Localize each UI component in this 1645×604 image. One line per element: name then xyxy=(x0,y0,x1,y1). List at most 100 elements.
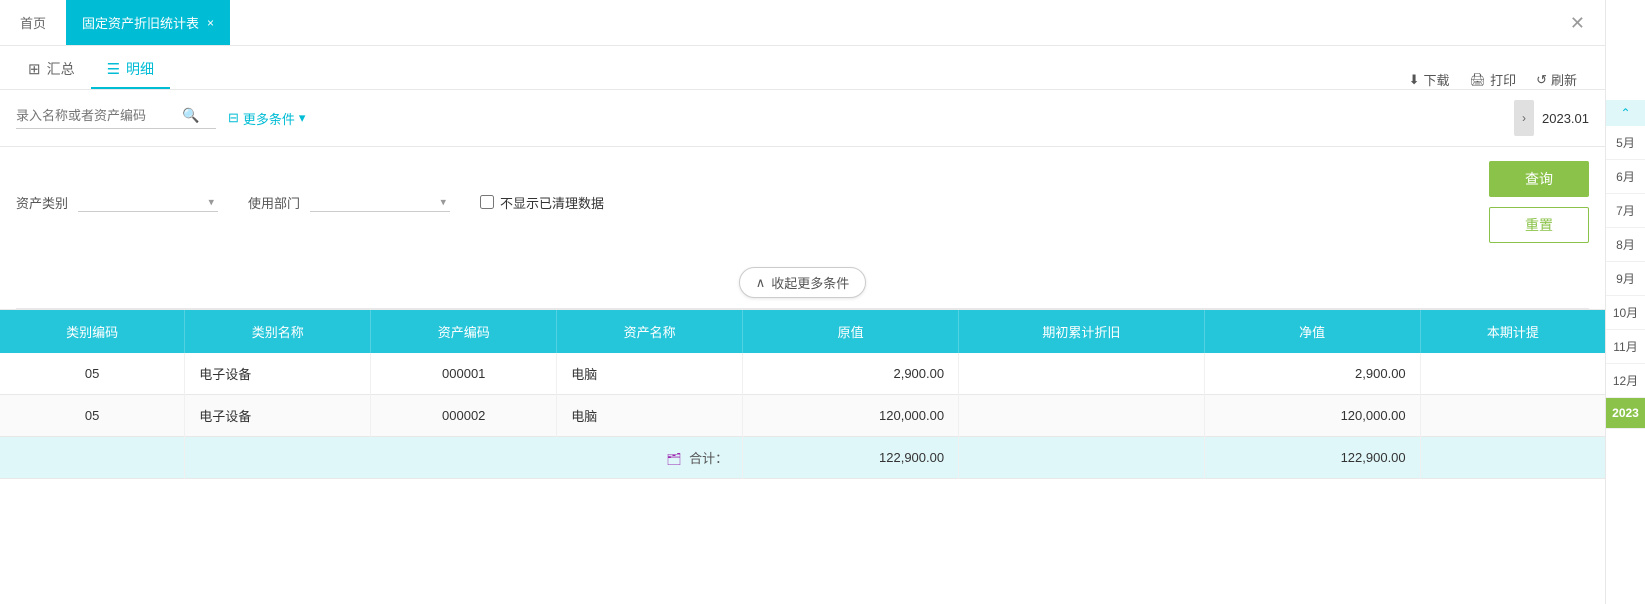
department-select[interactable] xyxy=(310,192,450,212)
hide-cleared-checkbox-item[interactable]: 不显示已清理数据 xyxy=(480,193,604,212)
col-accumulated-depreciation: 期初累计折旧 xyxy=(959,310,1205,353)
cell-net-value: 120,000.00 xyxy=(1204,395,1420,437)
month-item-2023[interactable]: 2023 xyxy=(1606,398,1645,429)
month-item-10[interactable]: 10月 xyxy=(1606,296,1645,330)
reset-button[interactable]: 重置 xyxy=(1489,207,1589,243)
total-label: 合计： xyxy=(689,451,728,466)
total-original-value: 122,900.00 xyxy=(743,437,959,479)
tab-summary[interactable]: ⊞ 汇总 xyxy=(12,51,91,89)
cell-category-name: 电子设备 xyxy=(185,353,371,395)
cell-category-name: 电子设备 xyxy=(185,395,371,437)
table-header-row: 类别编码 类别名称 资产编码 资产名称 原值 期初累计折旧 净值 本期计提 xyxy=(0,310,1605,353)
summary-icon: ⊞ xyxy=(28,60,41,78)
print-button[interactable]: 🖨 打印 xyxy=(1470,70,1517,89)
search-wrapper: 🔍 xyxy=(16,107,216,129)
cell-category-code: 05 xyxy=(0,395,185,437)
total-net-value: 122,900.00 xyxy=(1204,437,1420,479)
department-select-wrapper xyxy=(310,192,450,212)
window-close-button[interactable]: ✕ xyxy=(1550,0,1605,46)
month-item-5[interactable]: 5月 xyxy=(1606,126,1645,160)
department-filter: 使用部门 xyxy=(248,192,450,212)
table-row: 05 电子设备 000002 电脑 120,000.00 120,000.00 xyxy=(0,395,1605,437)
cell-original-value: 2,900.00 xyxy=(743,353,959,395)
month-item-7[interactable]: 7月 xyxy=(1606,194,1645,228)
top-nav: 首页 固定资产折旧统计表 × ✕ xyxy=(0,0,1605,46)
total-icon-cell xyxy=(0,437,185,479)
cell-accumulated-depreciation xyxy=(959,395,1205,437)
cell-current-depreciation xyxy=(1420,395,1605,437)
right-sidebar: ⌃ 5月 6月 7月 8月 9月 10月 11月 12月 2023 xyxy=(1605,0,1645,604)
date-display: 2023.01 xyxy=(1542,111,1589,126)
month-item-9[interactable]: 9月 xyxy=(1606,262,1645,296)
collapse-label: 收起更多条件 xyxy=(771,273,849,292)
detail-icon: ☰ xyxy=(107,60,120,78)
col-original-value: 原值 xyxy=(743,310,959,353)
cell-asset-name: 电脑 xyxy=(557,353,743,395)
total-accumulated-depreciation xyxy=(959,437,1205,479)
refresh-label: 刷新 xyxy=(1551,70,1577,89)
cell-original-value: 120,000.00 xyxy=(743,395,959,437)
refresh-button[interactable]: ↺ 刷新 xyxy=(1536,70,1577,89)
asset-category-select[interactable] xyxy=(78,192,218,212)
more-conditions-label: 更多条件 xyxy=(243,109,295,128)
cell-asset-code: 000002 xyxy=(371,395,557,437)
tab-detail-label: 明细 xyxy=(126,59,154,79)
col-category-code: 类别编码 xyxy=(0,310,185,353)
nav-home[interactable]: 首页 xyxy=(0,13,66,32)
sub-tabs-bar: ⊞ 汇总 ☰ 明细 ⬇ 下载 🖨 打印 ↺ 刷新 xyxy=(0,46,1605,90)
search-icon: 🔍 xyxy=(182,107,199,124)
asset-category-label: 资产类别 xyxy=(16,193,68,212)
cell-asset-code: 000001 xyxy=(371,353,557,395)
filter-row: 资产类别 使用部门 不显示已清理数据 xyxy=(16,161,1589,243)
hide-cleared-checkbox[interactable] xyxy=(480,195,494,209)
nav-tab-fixed-assets[interactable]: 固定资产折旧统计表 × xyxy=(66,0,230,45)
asset-category-select-wrapper xyxy=(78,192,218,212)
nav-tab-close-icon[interactable]: × xyxy=(207,16,214,30)
total-row: 🗂 合计： 122,900.00 122,900.00 xyxy=(0,437,1605,479)
cell-asset-name: 电脑 xyxy=(557,395,743,437)
month-item-11[interactable]: 11月 xyxy=(1606,330,1645,364)
total-current-depreciation xyxy=(1420,437,1605,479)
department-label: 使用部门 xyxy=(248,193,300,212)
hide-cleared-label: 不显示已清理数据 xyxy=(500,193,604,212)
action-buttons: 查询 重置 xyxy=(1489,161,1589,243)
cell-category-code: 05 xyxy=(0,353,185,395)
nav-tab-label: 固定资产折旧统计表 xyxy=(82,13,199,32)
expand-arrow-button[interactable]: › xyxy=(1514,100,1534,136)
filter-icon: ⊟ xyxy=(228,110,239,126)
more-conditions-button[interactable]: ⊟ 更多条件 ▾ xyxy=(228,109,305,128)
toolbar-right: ⬇ 下载 🖨 打印 ↺ 刷新 xyxy=(1409,70,1593,89)
month-item-12[interactable]: 12月 xyxy=(1606,364,1645,398)
table-container: 类别编码 类别名称 资产编码 资产名称 原值 期初累计折旧 净值 本期计提 05… xyxy=(0,310,1605,604)
table-row: 05 电子设备 000001 电脑 2,900.00 2,900.00 xyxy=(0,353,1605,395)
total-icon: 🗂 xyxy=(666,452,681,466)
advanced-filter: 资产类别 使用部门 不显示已清理数据 xyxy=(0,147,1605,310)
download-label: 下载 xyxy=(1424,70,1450,89)
month-item-6[interactable]: 6月 xyxy=(1606,160,1645,194)
download-button[interactable]: ⬇ 下载 xyxy=(1409,70,1450,89)
cell-current-depreciation xyxy=(1420,353,1605,395)
tab-summary-label: 汇总 xyxy=(47,59,75,79)
collapse-icon: ∧ xyxy=(756,275,766,291)
download-icon: ⬇ xyxy=(1409,72,1420,88)
tab-detail[interactable]: ☰ 明细 xyxy=(91,51,170,89)
query-button[interactable]: 查询 xyxy=(1489,161,1589,197)
col-current-depreciation: 本期计提 xyxy=(1420,310,1605,353)
data-table: 类别编码 类别名称 资产编码 资产名称 原值 期初累计折旧 净值 本期计提 05… xyxy=(0,310,1605,479)
search-input[interactable] xyxy=(16,108,176,123)
col-asset-code: 资产编码 xyxy=(371,310,557,353)
collapse-bar: ∧ 收起更多条件 xyxy=(16,257,1589,309)
filter-bar: 🔍 ⊟ 更多条件 ▾ › 2023.01 xyxy=(0,90,1605,147)
cell-net-value: 2,900.00 xyxy=(1204,353,1420,395)
refresh-icon: ↺ xyxy=(1536,72,1547,88)
chevron-down-icon: ▾ xyxy=(299,110,306,126)
total-label-cell: 🗂 合计： xyxy=(185,437,743,479)
collapse-button[interactable]: ∧ 收起更多条件 xyxy=(739,267,867,298)
month-item-8[interactable]: 8月 xyxy=(1606,228,1645,262)
col-asset-name: 资产名称 xyxy=(557,310,743,353)
col-net-value: 净值 xyxy=(1204,310,1420,353)
cell-accumulated-depreciation xyxy=(959,353,1205,395)
asset-category-filter: 资产类别 xyxy=(16,192,218,212)
print-label: 打印 xyxy=(1490,70,1516,89)
scroll-up-button[interactable]: ⌃ xyxy=(1606,100,1645,126)
